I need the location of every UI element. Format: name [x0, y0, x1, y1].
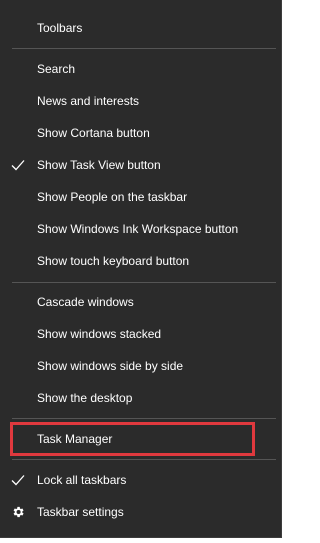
menu-item-label: Show windows side by side: [37, 359, 184, 373]
menu-item-label: Search: [37, 62, 76, 76]
menu-item-show-task-view-button[interactable]: Show Task View button: [0, 151, 280, 179]
menu-item-show-windows-stacked[interactable]: Show windows stacked: [0, 320, 280, 348]
menu-item-label: Show the desktop: [37, 391, 133, 405]
menu-item-label: Cascade windows: [37, 295, 134, 309]
menu-item-label: Show People on the taskbar: [37, 190, 188, 204]
menu-item-show-the-desktop[interactable]: Show the desktop: [0, 384, 280, 412]
menu-item-label: Show windows stacked: [37, 327, 162, 341]
menu-separator: [12, 418, 276, 419]
checkmark-icon: [11, 475, 25, 486]
menu-item-news-and-interests[interactable]: News and interests: [0, 87, 280, 115]
menu-item-label: Show Windows Ink Workspace button: [37, 222, 239, 236]
menu-item-taskbar-settings[interactable]: Taskbar settings: [0, 498, 280, 526]
menu-item-show-touch-keyboard[interactable]: Show touch keyboard button: [0, 247, 280, 275]
menu-separator: [12, 48, 276, 49]
menu-item-lock-all-taskbars[interactable]: Lock all taskbars: [0, 466, 280, 494]
menu-item-show-people[interactable]: Show People on the taskbar: [0, 183, 280, 211]
menu-item-label: Show Cortana button: [37, 126, 150, 140]
menu-item-label: News and interests: [37, 94, 140, 108]
task-manager-highlight-box: [10, 422, 255, 456]
menu-item-show-ink-workspace[interactable]: Show Windows Ink Workspace button: [0, 215, 280, 243]
menu-item-cascade-windows[interactable]: Cascade windows: [0, 288, 280, 316]
menu-item-label: Toolbars: [37, 21, 83, 35]
menu-item-label: Show Task View button: [37, 158, 161, 172]
menu-item-show-windows-side-by-side[interactable]: Show windows side by side: [0, 352, 280, 380]
menu-item-toolbars[interactable]: Toolbars: [0, 14, 280, 42]
menu-item-show-cortana-button[interactable]: Show Cortana button: [0, 119, 280, 147]
menu-item-label: Taskbar settings: [37, 505, 124, 519]
menu-item-search[interactable]: Search: [0, 55, 280, 83]
menu-item-label: Lock all taskbars: [37, 473, 127, 487]
checkmark-icon: [11, 160, 25, 171]
taskbar-context-menu: Toolbars Search News and interests Show …: [0, 0, 282, 538]
menu-separator: [12, 282, 276, 283]
gear-icon: [13, 506, 24, 518]
menu-separator: [12, 459, 276, 460]
menu-item-label: Show touch keyboard button: [37, 254, 190, 268]
